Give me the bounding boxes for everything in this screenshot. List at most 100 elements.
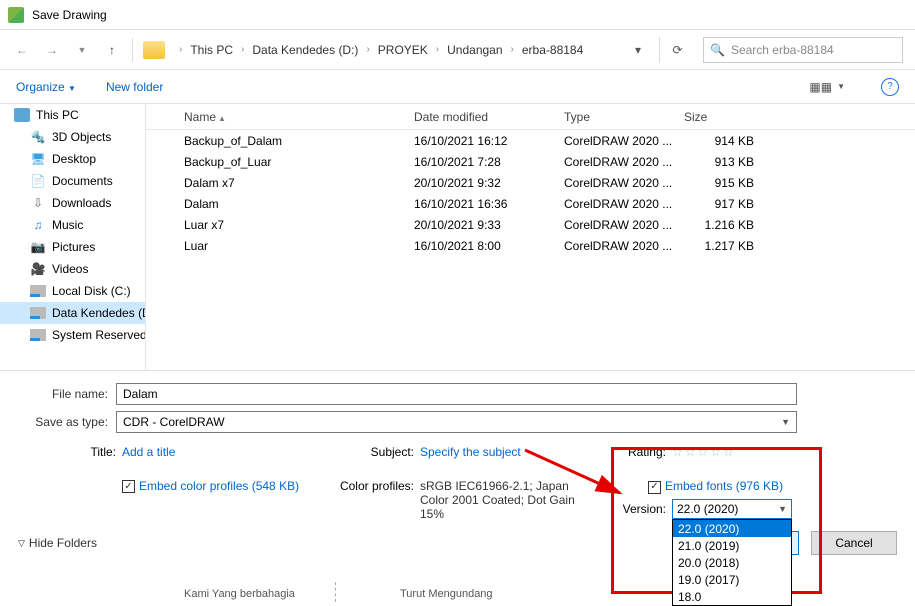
file-type: CorelDRAW 2020 ...	[564, 239, 684, 253]
up-button[interactable]: ↑	[102, 40, 122, 60]
file-name: Luar	[184, 239, 414, 253]
sidebar-item[interactable]: ♫Music	[0, 214, 145, 236]
sidebar-item[interactable]: 📄Documents	[0, 170, 145, 192]
title-field[interactable]: Add a title	[122, 445, 175, 459]
sidebar-item-label: Documents	[52, 174, 113, 188]
search-icon: 🔍	[710, 43, 725, 57]
file-type: CorelDRAW 2020 ...	[564, 197, 684, 211]
file-row[interactable]: Backup_of_Dalam16/10/2021 16:12CorelDRAW…	[146, 130, 915, 151]
chevron-icon: ›	[366, 44, 369, 55]
sidebar-item[interactable]: Local Disk (C:)	[0, 280, 145, 302]
divider	[335, 582, 336, 602]
search-placeholder: Search erba-88184	[731, 43, 834, 57]
file-name: Dalam x7	[184, 176, 414, 190]
col-date[interactable]: Date modified	[414, 110, 564, 124]
column-headers: Name▲ Date modified Type Size	[146, 104, 915, 130]
file-date: 16/10/2021 16:12	[414, 134, 564, 148]
file-name: Luar x7	[184, 218, 414, 232]
rating-stars[interactable]: ☆☆☆☆☆	[672, 445, 736, 459]
file-row[interactable]: Backup_of_Luar16/10/2021 7:28CorelDRAW 2…	[146, 151, 915, 172]
sidebar-item[interactable]: 🔩3D Objects	[0, 126, 145, 148]
chevron-icon: ›	[436, 44, 439, 55]
checkbox-icon	[122, 480, 135, 493]
title-label: Title:	[18, 445, 116, 459]
col-name[interactable]: Name▲	[184, 110, 414, 124]
file-size: 1.216 KB	[684, 218, 784, 232]
col-type[interactable]: Type	[564, 110, 684, 124]
help-button[interactable]: ?	[881, 78, 899, 96]
sidebar-item-label: Music	[52, 218, 83, 232]
forward-button[interactable]: →	[42, 40, 62, 60]
separator	[132, 38, 133, 62]
version-label: Version:	[618, 502, 666, 516]
chevron-down-icon: ▼	[781, 417, 790, 427]
file-type: CorelDRAW 2020 ...	[564, 134, 684, 148]
crumb-undangan[interactable]: Undangan	[445, 41, 504, 59]
hide-folders-toggle[interactable]: ▽ Hide Folders	[18, 536, 97, 550]
crumb-drive[interactable]: Data Kendedes (D:)	[250, 41, 360, 59]
search-input[interactable]: 🔍 Search erba-88184	[703, 37, 903, 63]
file-name-label: File name:	[18, 387, 116, 401]
subject-field[interactable]: Specify the subject	[420, 445, 521, 459]
file-row[interactable]: Dalam x720/10/2021 9:32CorelDRAW 2020 ..…	[146, 172, 915, 193]
sidebar-item[interactable]: This PC	[0, 104, 145, 126]
sidebar-item-label: 3D Objects	[52, 130, 111, 144]
file-type: CorelDRAW 2020 ...	[564, 155, 684, 169]
organize-menu[interactable]: Organize ▼	[16, 80, 76, 94]
bg-text-left: Kami Yang berbahagia	[184, 588, 295, 600]
save-type-label: Save as type:	[18, 415, 116, 429]
toolbar: Organize ▼ New folder ▦▦▼ ?	[0, 70, 915, 104]
file-name: Backup_of_Dalam	[184, 134, 414, 148]
version-option[interactable]: 20.0 (2018)	[673, 554, 791, 571]
breadcrumb-dropdown[interactable]: ▾	[627, 41, 649, 59]
cancel-button[interactable]: Cancel	[811, 531, 897, 555]
view-options[interactable]: ▦▦▼	[803, 78, 851, 96]
sidebar-item-label: Pictures	[52, 240, 95, 254]
chevron-icon: ›	[511, 44, 514, 55]
file-type: CorelDRAW 2020 ...	[564, 218, 684, 232]
file-size: 915 KB	[684, 176, 784, 190]
version-option[interactable]: 19.0 (2017)	[673, 571, 791, 588]
refresh-button[interactable]: ⟳	[659, 37, 685, 63]
back-button[interactable]: ←	[12, 40, 32, 60]
crumb-this-pc[interactable]: This PC	[188, 41, 235, 59]
version-option[interactable]: 22.0 (2020)	[673, 520, 791, 537]
chevron-down-icon: ▼	[778, 504, 787, 514]
sidebar-item[interactable]: 🖥Desktop	[0, 148, 145, 170]
sidebar-item[interactable]: System Reserved	[0, 324, 145, 346]
file-date: 16/10/2021 7:28	[414, 155, 564, 169]
breadcrumb[interactable]: › This PC › Data Kendedes (D:) › PROYEK …	[179, 41, 649, 59]
sidebar-item-label: This PC	[36, 108, 79, 122]
checkbox-icon	[648, 481, 661, 494]
new-folder-button[interactable]: New folder	[106, 80, 163, 94]
file-row[interactable]: Luar x720/10/2021 9:33CorelDRAW 2020 ...…	[146, 214, 915, 235]
crumb-proyek[interactable]: PROYEK	[376, 41, 430, 59]
file-date: 16/10/2021 8:00	[414, 239, 564, 253]
embed-color-checkbox[interactable]: Embed color profiles (548 KB)	[122, 479, 299, 493]
crumb-current[interactable]: erba-88184	[520, 41, 585, 59]
save-type-combo[interactable]: CDR - CorelDRAW ▼	[116, 411, 797, 433]
embed-fonts-checkbox[interactable]: Embed fonts (976 KB)	[648, 479, 868, 493]
bg-text-right: Turut Mengundang	[400, 588, 493, 600]
sidebar-item-label: System Reserved	[52, 328, 146, 342]
sidebar-item[interactable]: Data Kendedes (D:)	[0, 302, 145, 324]
version-option[interactable]: 18.0	[673, 588, 791, 605]
color-profiles-label: Color profiles:	[328, 479, 414, 493]
col-size[interactable]: Size	[684, 110, 784, 124]
sidebar-item[interactable]: ⇩Downloads	[0, 192, 145, 214]
version-dropdown[interactable]: 22.0 (2020)21.0 (2019)20.0 (2018)19.0 (2…	[672, 519, 792, 606]
navbar: ← → ▼ ↑ › This PC › Data Kendedes (D:) ›…	[0, 30, 915, 70]
chevron-icon[interactable]: ›	[179, 44, 182, 55]
sidebar-item-label: Desktop	[52, 152, 96, 166]
file-row[interactable]: Luar16/10/2021 8:00CorelDRAW 2020 ...1.2…	[146, 235, 915, 256]
history-dropdown[interactable]: ▼	[72, 40, 92, 60]
file-name: Dalam	[184, 197, 414, 211]
version-combo[interactable]: 22.0 (2020) ▼	[672, 499, 792, 519]
file-name-input[interactable]	[116, 383, 797, 405]
file-type: CorelDRAW 2020 ...	[564, 176, 684, 190]
file-size: 913 KB	[684, 155, 784, 169]
file-row[interactable]: Dalam16/10/2021 16:36CorelDRAW 2020 ...9…	[146, 193, 915, 214]
sidebar-item[interactable]: 📷Pictures	[0, 236, 145, 258]
sidebar-item[interactable]: 🎥Videos	[0, 258, 145, 280]
version-option[interactable]: 21.0 (2019)	[673, 537, 791, 554]
